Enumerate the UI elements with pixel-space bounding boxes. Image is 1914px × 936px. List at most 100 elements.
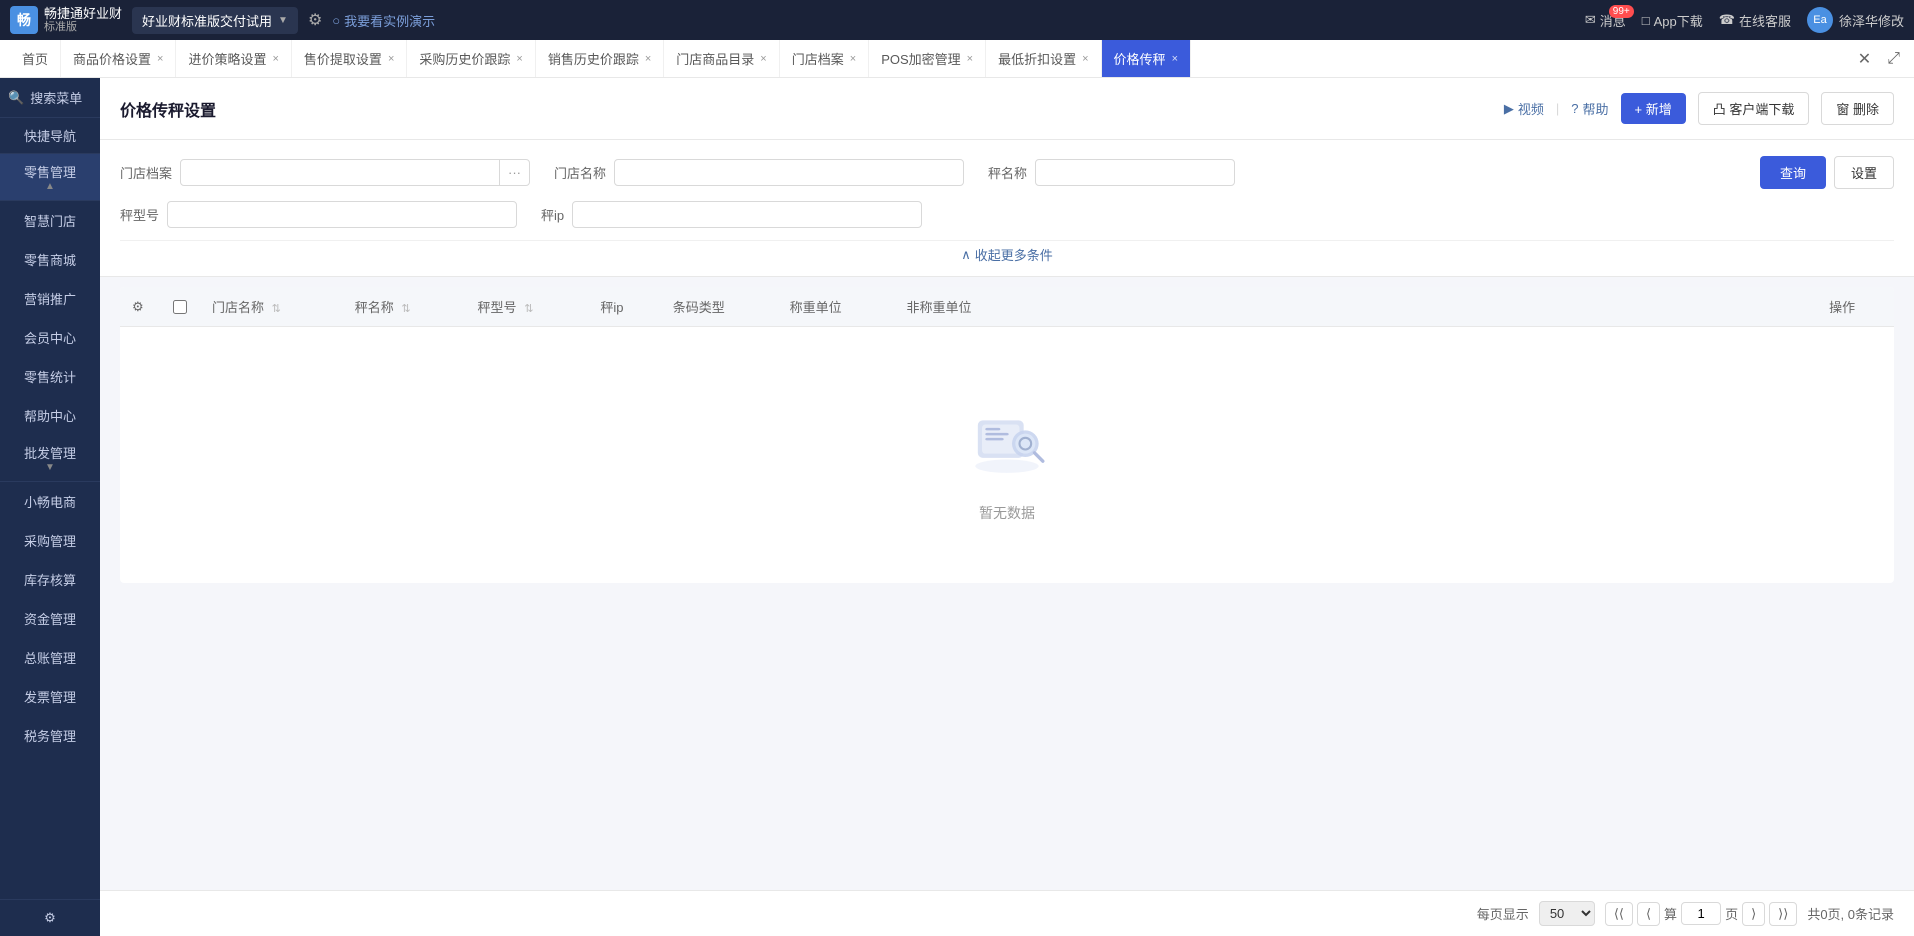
page-nav: ⟨⟨ ⟨ 算 页 ⟩ ⟩⟩ bbox=[1605, 902, 1798, 926]
help-icon: ? bbox=[1571, 101, 1578, 116]
gear-icon: ⚙ bbox=[44, 910, 56, 925]
empty-row: 暂无数据 bbox=[120, 327, 1894, 584]
demo-link[interactable]: ○ 我要看实例演示 bbox=[332, 11, 435, 30]
store-file-input[interactable] bbox=[181, 160, 499, 185]
sidebar-item-general-ledger[interactable]: 总账管理 bbox=[0, 638, 100, 677]
tab-purchase-history[interactable]: 采购历史价跟踪 × bbox=[407, 40, 535, 78]
tab-store-catalog[interactable]: 门店商品目录 × bbox=[664, 40, 779, 78]
help-link[interactable]: ? 帮助 bbox=[1571, 99, 1608, 118]
tab-pos-manage[interactable]: POS加密管理 × bbox=[869, 40, 986, 78]
th-non-weight-unit: 非称重单位 bbox=[895, 287, 1818, 327]
filter-area: 门店档案 ··· 门店名称 秤名称 查询 bbox=[100, 140, 1914, 277]
online-service-button[interactable]: ☎ 在线客服 bbox=[1719, 11, 1791, 30]
close-tab-icon[interactable]: ✕ bbox=[1854, 45, 1875, 73]
messages-button[interactable]: ✉ 消息 99+ bbox=[1585, 11, 1626, 30]
headset-icon: ☎ bbox=[1719, 12, 1735, 28]
filter-scale-ip: 秤ip bbox=[541, 201, 922, 228]
sidebar-item-wholesale-mgmt[interactable]: 批发管理 ▼ bbox=[0, 435, 100, 482]
sidebar-item-inventory[interactable]: 库存核算 bbox=[0, 560, 100, 599]
scale-ip-label: 秤ip bbox=[541, 205, 564, 224]
user-menu[interactable]: Ea 徐泽华修改 bbox=[1807, 7, 1904, 33]
close-tab-price-scale[interactable]: × bbox=[1172, 53, 1178, 65]
scale-name-input[interactable] bbox=[1035, 159, 1235, 186]
sidebar-item-retail-mgmt[interactable]: 零售管理 ▲ bbox=[0, 154, 100, 201]
settings-filter-button[interactable]: 设置 bbox=[1834, 156, 1894, 189]
store-name-input[interactable] bbox=[614, 159, 964, 186]
sidebar-item-purchase-mgmt[interactable]: 采购管理 bbox=[0, 521, 100, 560]
sort-scale-name-icon[interactable]: ⇅ bbox=[401, 303, 410, 315]
table-header: ⚙ 门店名称 ⇅ 秤名称 ⇅ bbox=[120, 287, 1894, 327]
sidebar-item-invoice-mgmt[interactable]: 发票管理 bbox=[0, 677, 100, 716]
sidebar-search[interactable]: 🔍 搜索菜单 bbox=[0, 78, 100, 118]
ellipsis-button[interactable]: ··· bbox=[499, 160, 529, 185]
close-tab-purchase-strategy[interactable]: × bbox=[272, 53, 278, 65]
maximize-tab-icon[interactable]: ⤢ bbox=[1883, 46, 1904, 72]
page-title: 价格传秤设置 bbox=[120, 97, 216, 121]
close-tab-price-setting[interactable]: × bbox=[157, 53, 163, 65]
tab-price-scale[interactable]: 价格传秤 × bbox=[1102, 40, 1191, 78]
page-label: 算 bbox=[1664, 904, 1677, 923]
empty-illustration bbox=[957, 387, 1057, 487]
add-button[interactable]: + 新增 bbox=[1621, 93, 1686, 124]
sidebar-settings-button[interactable]: ⚙ bbox=[0, 899, 100, 936]
sidebar-item-smart-store[interactable]: 智慧门店 bbox=[0, 201, 100, 240]
sidebar-item-marketing[interactable]: 营销推广 bbox=[0, 279, 100, 318]
tab-bar: 首页 商品价格设置 × 进价策略设置 × 售价提取设置 × 采购历史价跟踪 × … bbox=[0, 40, 1914, 78]
tab-price-setting[interactable]: 商品价格设置 × bbox=[61, 40, 176, 78]
close-tab-sale-history[interactable]: × bbox=[645, 53, 651, 65]
version-label: 好业财标准版交付试用 bbox=[142, 11, 272, 30]
app-download-button[interactable]: □ App下载 bbox=[1642, 11, 1703, 30]
sort-store-name-icon[interactable]: ⇅ bbox=[272, 303, 281, 315]
select-all-checkbox[interactable] bbox=[173, 300, 187, 314]
top-right-area: ✉ 消息 99+ □ App下载 ☎ 在线客服 Ea 徐泽华修改 bbox=[1585, 7, 1904, 33]
first-page-button[interactable]: ⟨⟨ bbox=[1605, 902, 1633, 926]
collapse-button[interactable]: ∧ 收起更多条件 bbox=[120, 240, 1894, 268]
tab-min-discount[interactable]: 最低折扣设置 × bbox=[986, 40, 1101, 78]
logo-icon: 畅 bbox=[10, 6, 38, 34]
sidebar-item-help-center[interactable]: 帮助中心 bbox=[0, 396, 100, 435]
settings-icon[interactable]: ⚙ bbox=[132, 299, 144, 314]
scale-ip-input[interactable] bbox=[572, 201, 922, 228]
th-scale-name: 秤名称 ⇅ bbox=[343, 287, 466, 327]
sidebar-item-retail-mall[interactable]: 零售商城 bbox=[0, 240, 100, 279]
prev-page-button[interactable]: ⟨ bbox=[1637, 902, 1660, 926]
tab-purchase-strategy[interactable]: 进价策略设置 × bbox=[176, 40, 291, 78]
sidebar-item-retail-stats[interactable]: 零售统计 bbox=[0, 357, 100, 396]
topbar-settings-icon[interactable]: ⚙ bbox=[308, 10, 322, 30]
content-area: 价格传秤设置 ▶ 视频 | ? 帮助 + 新增 凸 客户端下载 窗 bbox=[100, 78, 1914, 936]
next-page-button[interactable]: ⟩ bbox=[1742, 902, 1765, 926]
page-number-input[interactable] bbox=[1681, 902, 1721, 925]
sidebar-quick-nav[interactable]: 快捷导航 bbox=[0, 118, 100, 154]
sidebar-item-xiaochange[interactable]: 小畅电商 bbox=[0, 482, 100, 521]
empty-text: 暂无数据 bbox=[979, 503, 1035, 523]
messages-badge: 99+ bbox=[1609, 5, 1634, 18]
avatar: Ea bbox=[1807, 7, 1833, 33]
dropdown-arrow-icon: ▼ bbox=[278, 15, 288, 26]
close-tab-sale-setting[interactable]: × bbox=[388, 53, 394, 65]
sidebar: 🔍 搜索菜单 快捷导航 零售管理 ▲ 智慧门店 零售商城 营销推广 会员中心 零… bbox=[0, 78, 100, 936]
tab-store-file[interactable]: 门店档案 × bbox=[780, 40, 869, 78]
video-link[interactable]: ▶ 视频 bbox=[1504, 99, 1544, 118]
sidebar-item-tax-mgmt[interactable]: 税务管理 bbox=[0, 716, 100, 755]
message-icon: ✉ bbox=[1585, 12, 1596, 28]
close-tab-pos-manage[interactable]: × bbox=[967, 53, 973, 65]
close-tab-store-catalog[interactable]: × bbox=[760, 53, 766, 65]
tab-sale-history[interactable]: 销售历史价跟踪 × bbox=[536, 40, 664, 78]
tab-home[interactable]: 首页 bbox=[10, 40, 61, 78]
client-download-button[interactable]: 凸 客户端下载 bbox=[1698, 92, 1810, 125]
page-size-select[interactable]: 50 10 20 100 bbox=[1539, 901, 1595, 926]
close-tab-store-file[interactable]: × bbox=[850, 53, 856, 65]
page-suffix: 页 bbox=[1725, 904, 1738, 923]
sort-scale-model-icon[interactable]: ⇅ bbox=[524, 303, 533, 315]
close-tab-min-discount[interactable]: × bbox=[1082, 53, 1088, 65]
version-selector[interactable]: 好业财标准版交付试用 ▼ bbox=[132, 7, 298, 34]
last-page-button[interactable]: ⟩⟩ bbox=[1769, 902, 1797, 926]
scale-model-input[interactable] bbox=[167, 201, 517, 228]
query-button[interactable]: 查询 bbox=[1760, 156, 1826, 189]
sidebar-item-member-center[interactable]: 会员中心 bbox=[0, 318, 100, 357]
close-tab-purchase-history[interactable]: × bbox=[516, 53, 522, 65]
sidebar-item-capital-mgmt[interactable]: 资金管理 bbox=[0, 599, 100, 638]
th-settings: ⚙ bbox=[120, 287, 160, 327]
delete-button[interactable]: 窗 删除 bbox=[1821, 92, 1894, 125]
tab-sale-setting[interactable]: 售价提取设置 × bbox=[292, 40, 407, 78]
